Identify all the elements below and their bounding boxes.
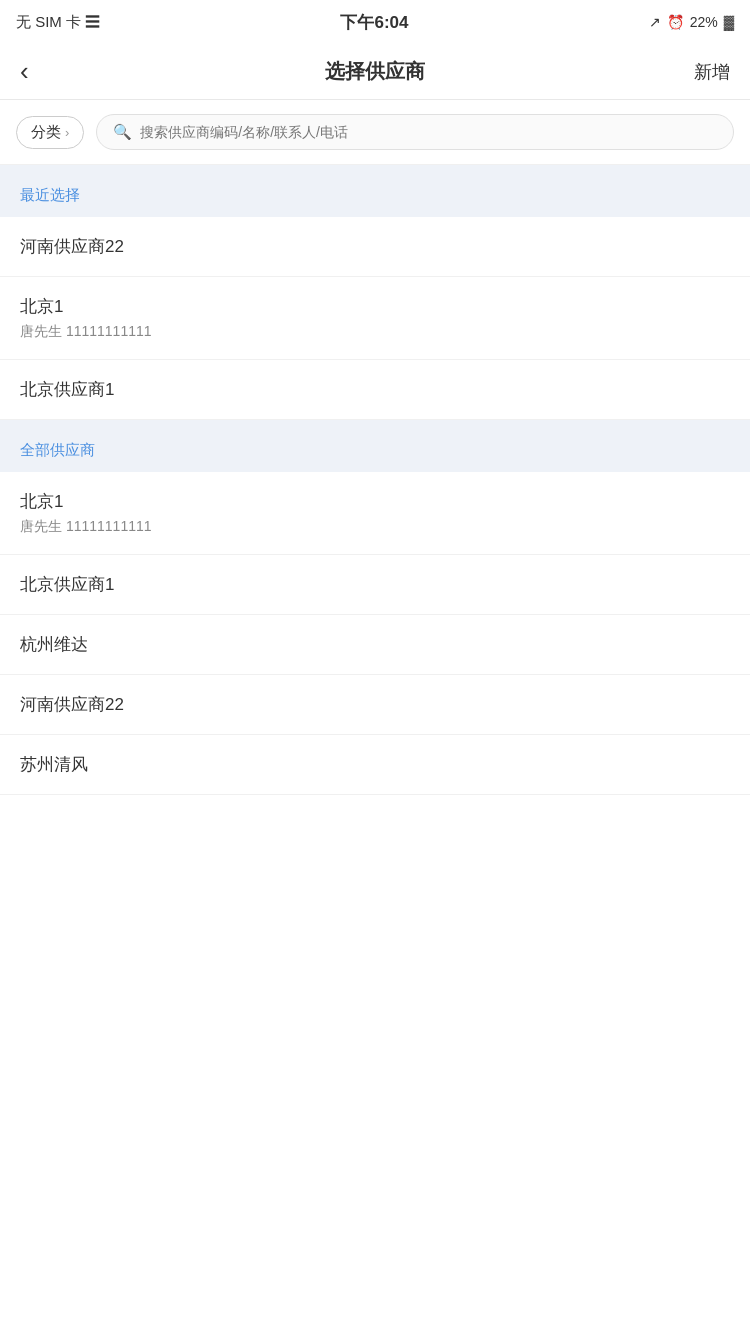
all-items-list: 北京1 唐先生 11111111111 北京供应商1 杭州维达 河南供应商22 … xyxy=(0,472,750,795)
all-section-header: 全部供应商 xyxy=(0,420,750,472)
list-item[interactable]: 河南供应商22 xyxy=(0,675,750,735)
item-sub: 唐先生 11111111111 xyxy=(20,323,730,341)
battery-icon: ▓ xyxy=(724,14,734,30)
list-item[interactable]: 北京1 唐先生 11111111111 xyxy=(0,472,750,555)
item-name: 河南供应商22 xyxy=(20,235,730,258)
status-right: ↗ ⏰ 22% ▓ xyxy=(649,14,734,30)
item-name: 北京供应商1 xyxy=(20,573,730,596)
list-item[interactable]: 杭州维达 xyxy=(0,615,750,675)
item-name: 北京1 xyxy=(20,295,730,318)
all-section-label: 全部供应商 xyxy=(20,441,95,458)
chevron-right-icon: › xyxy=(65,125,69,140)
category-label: 分类 xyxy=(31,123,61,142)
battery-text: 22% xyxy=(690,14,718,30)
item-name: 河南供应商22 xyxy=(20,693,730,716)
recent-section-label: 最近选择 xyxy=(20,186,80,203)
list-item[interactable]: 北京供应商1 xyxy=(0,360,750,420)
alarm-icon: ⏰ xyxy=(667,14,684,30)
search-input[interactable] xyxy=(140,124,717,140)
list-item[interactable]: 苏州清风 xyxy=(0,735,750,795)
location-icon: ↗ xyxy=(649,14,661,30)
filter-bar: 分类 › 🔍 xyxy=(0,100,750,165)
item-sub: 唐先生 11111111111 xyxy=(20,518,730,536)
list-item[interactable]: 北京1 唐先生 11111111111 xyxy=(0,277,750,360)
recent-section-header: 最近选择 xyxy=(0,165,750,217)
search-icon: 🔍 xyxy=(113,123,132,141)
category-button[interactable]: 分类 › xyxy=(16,116,84,149)
recent-items-list: 河南供应商22 北京1 唐先生 11111111111 北京供应商1 xyxy=(0,217,750,420)
list-item[interactable]: 河南供应商22 xyxy=(0,217,750,277)
status-bar: 无 SIM 卡 ☰ 下午6:04 ↗ ⏰ 22% ▓ xyxy=(0,0,750,44)
back-button[interactable]: ‹ xyxy=(20,56,70,87)
list-item[interactable]: 北京供应商1 xyxy=(0,555,750,615)
item-name: 北京供应商1 xyxy=(20,378,730,401)
search-box[interactable]: 🔍 xyxy=(96,114,734,150)
nav-bar: ‹ 选择供应商 新增 xyxy=(0,44,750,100)
page-title: 选择供应商 xyxy=(325,58,425,85)
add-button[interactable]: 新增 xyxy=(680,60,730,84)
sim-text: 无 SIM 卡 ☰ xyxy=(16,13,100,32)
item-name: 杭州维达 xyxy=(20,633,730,656)
status-time: 下午6:04 xyxy=(340,11,408,34)
item-name: 北京1 xyxy=(20,490,730,513)
status-left: 无 SIM 卡 ☰ xyxy=(16,13,100,32)
item-name: 苏州清风 xyxy=(20,753,730,776)
